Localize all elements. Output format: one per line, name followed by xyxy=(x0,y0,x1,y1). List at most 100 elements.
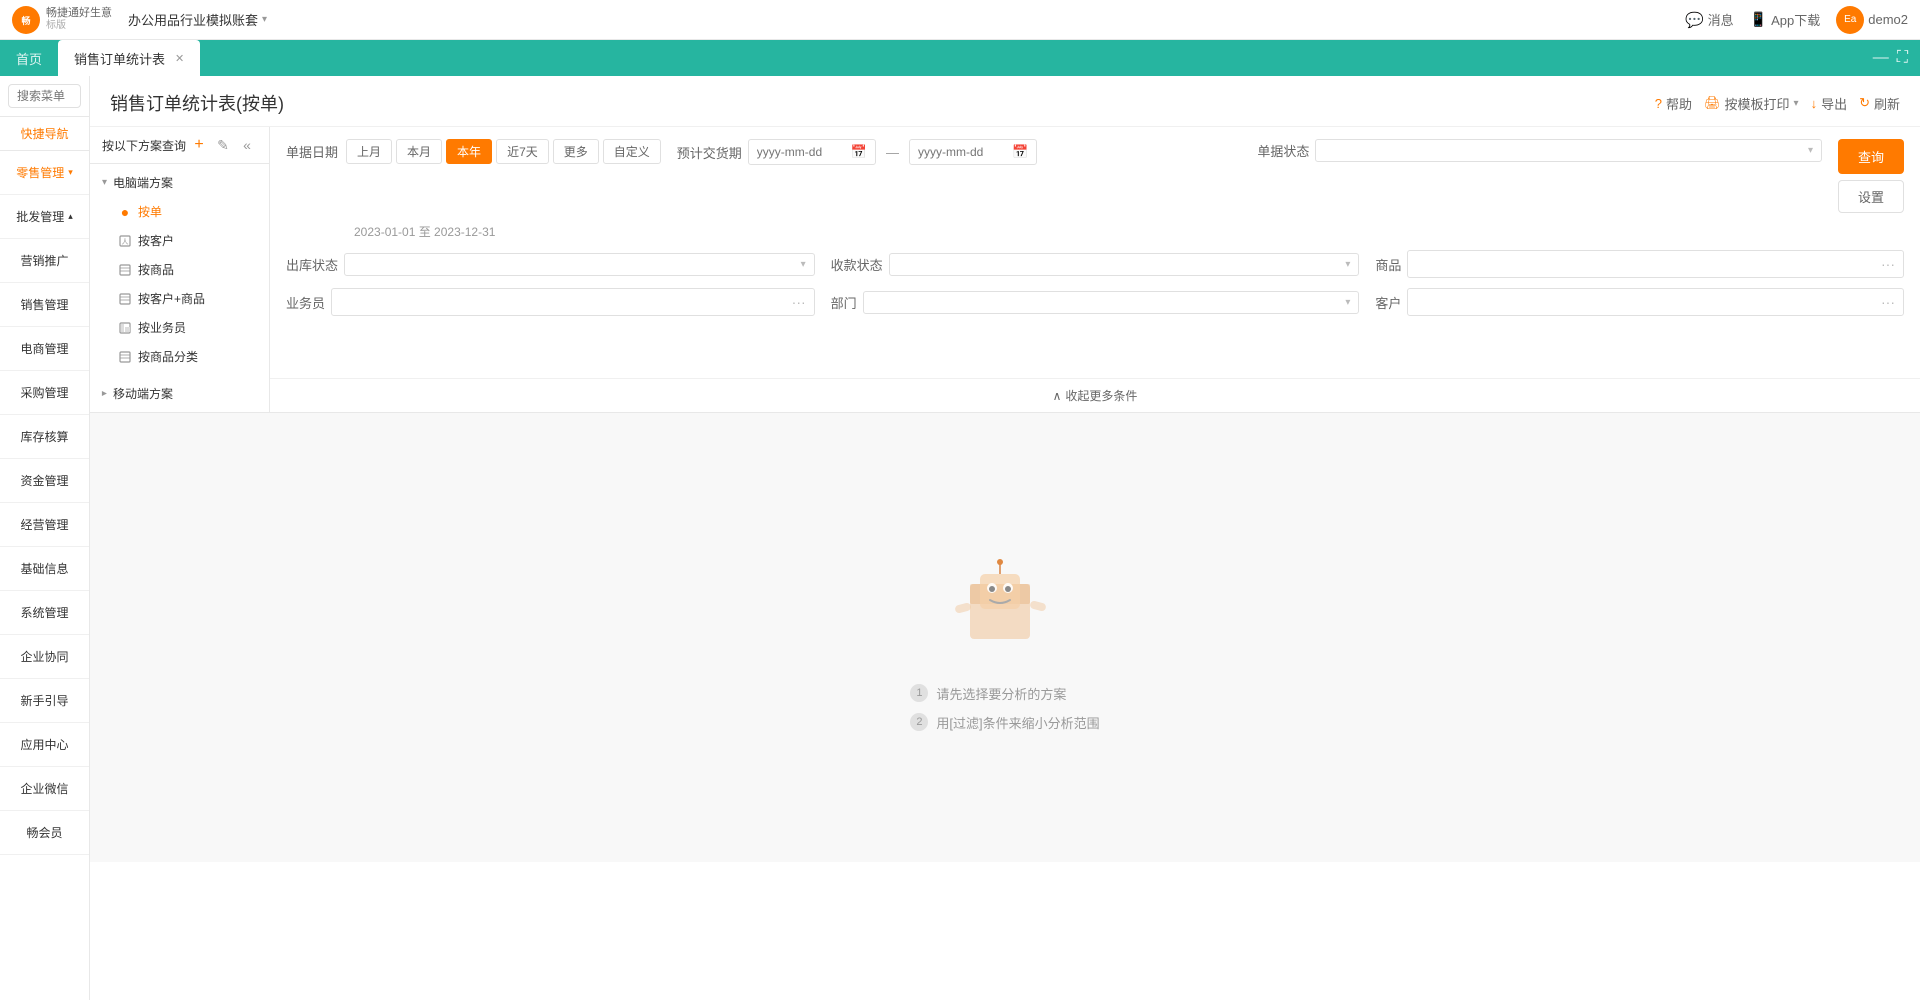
department-select[interactable]: ▾ xyxy=(863,291,1360,314)
scheme-item-by-category[interactable]: 按商品分类 xyxy=(90,342,269,371)
date-options: 上月 本月 本年 近7天 更多 自定义 xyxy=(346,139,661,164)
date-btn-last7[interactable]: 近7天 xyxy=(496,139,549,164)
sidebar-item-corp[interactable]: 企业协同 xyxy=(0,635,89,679)
workspace-dropdown[interactable]: 办公用品行业模拟账套 ▾ xyxy=(120,6,275,33)
sidebar-item-ecommerce[interactable]: 电商管理 xyxy=(0,327,89,371)
app-download-btn[interactable]: 📱 App下载 xyxy=(1750,10,1821,29)
scheme-item-by-cust-prod[interactable]: 按客户+商品 xyxy=(90,284,269,313)
delivery-status-group: 出库状态 ▾ xyxy=(286,253,815,276)
department-label: 部门 xyxy=(831,293,857,312)
scheme-item-icon-order: ● xyxy=(118,205,132,219)
quick-nav-item[interactable]: 快捷导航 xyxy=(0,117,89,151)
sidebar-item-retail[interactable]: 零售管理 ▾ xyxy=(0,151,89,195)
date-btn-this-year[interactable]: 本年 xyxy=(446,139,492,164)
scheme-item-by-customer[interactable]: 人 按客户 xyxy=(90,226,269,255)
scheme-header: 按以下方案查询 + ✎ « xyxy=(90,127,269,164)
department-filter-group: 部门 ▾ xyxy=(831,291,1360,314)
message-btn[interactable]: 💬 消息 xyxy=(1685,10,1734,29)
scheme-section-desktop[interactable]: ▾ 电脑端方案 xyxy=(90,168,269,197)
sidebar-item-inventory[interactable]: 库存核算 xyxy=(0,415,89,459)
search-input[interactable] xyxy=(8,84,81,108)
scheme-edit-btn[interactable]: ✎ xyxy=(213,135,233,155)
page-header: 销售订单统计表(按单) ? 帮助 🖨 按模板打印 ▾ ↓ 导出 xyxy=(90,76,1920,127)
tab-bar: 首页 销售订单统计表 ✕ — ⛶ xyxy=(0,40,1920,76)
filter-fields: 单据日期 上月 本月 本年 近7天 更多 自定义 xyxy=(270,127,1920,378)
logo-icon: 畅 xyxy=(12,6,40,34)
tab-home[interactable]: 首页 xyxy=(0,40,58,76)
refresh-btn[interactable]: ↻ 刷新 xyxy=(1859,94,1900,113)
salesman-dots-icon[interactable]: ··· xyxy=(792,294,806,310)
payment-status-label: 收款状态 xyxy=(831,255,883,274)
date-btn-more[interactable]: 更多 xyxy=(553,139,599,164)
scheme-item-by-order[interactable]: ● 按单 xyxy=(90,197,269,226)
message-icon: 💬 xyxy=(1685,11,1704,29)
user-profile[interactable]: Ea demo2 xyxy=(1836,6,1908,34)
department-arrow: ▾ xyxy=(1345,297,1350,308)
tab-close-icon[interactable]: ✕ xyxy=(175,52,184,65)
customer-filter-group: 客户 ··· xyxy=(1375,288,1904,316)
status-select[interactable]: ▾ xyxy=(1315,139,1822,162)
scheme-add-btn[interactable]: + xyxy=(189,135,209,155)
collapse-btn[interactable]: ∧ 收起更多条件 xyxy=(270,378,1920,412)
date-btn-last-month[interactable]: 上月 xyxy=(346,139,392,164)
empty-tips: 1 请先选择要分析的方案 2 用[过滤]条件来缩小分析范围 xyxy=(910,684,1099,732)
salesman-select[interactable]: ··· xyxy=(331,288,815,316)
sidebar-item-wxwork[interactable]: 企业微信 xyxy=(0,767,89,811)
payment-status-select[interactable]: ▾ xyxy=(889,253,1360,276)
print-btn[interactable]: 🖨 按模板打印 ▾ xyxy=(1704,94,1799,113)
delivery-date-start[interactable]: 📅 xyxy=(748,139,876,165)
refresh-icon: ↻ xyxy=(1859,95,1870,111)
customer-label: 客户 xyxy=(1375,293,1401,312)
query-button[interactable]: 查询 xyxy=(1838,139,1904,174)
filter-row-1: 单据日期 上月 本月 本年 近7天 更多 自定义 xyxy=(286,139,1904,213)
sidebar-item-operations[interactable]: 经营管理 xyxy=(0,503,89,547)
sidebar-item-basic[interactable]: 基础信息 xyxy=(0,547,89,591)
delivery-date-start-input[interactable] xyxy=(757,145,847,159)
chevron-up-icon: ▴ xyxy=(68,211,73,222)
expected-delivery-label: 预计交货期 xyxy=(677,143,742,162)
export-btn[interactable]: ↓ 导出 xyxy=(1811,94,1848,113)
date-range-text: 2023-01-01 至 2023-12-31 xyxy=(354,225,495,239)
delivery-date-end-input[interactable] xyxy=(918,145,1008,159)
empty-tip-1: 1 请先选择要分析的方案 xyxy=(910,684,1099,703)
sidebar-item-member[interactable]: 畅会员 xyxy=(0,811,89,855)
scheme-desktop-section: ▾ 电脑端方案 ● 按单 人 按客户 xyxy=(90,164,269,375)
sidebar-item-marketing[interactable]: 营销推广 xyxy=(0,239,89,283)
avatar: Ea xyxy=(1836,6,1864,34)
scheme-item-by-salesman[interactable]: 按业务员 xyxy=(90,313,269,342)
print-dropdown-icon: ▾ xyxy=(1794,98,1799,109)
logo-area: 畅 畅捷通好生意 标版 xyxy=(12,6,112,34)
scheme-section-mobile[interactable]: ▾ 移动端方案 xyxy=(90,379,269,408)
search-menu-area xyxy=(0,76,89,117)
sidebar-item-wholesale[interactable]: 批发管理 ▴ xyxy=(0,195,89,239)
sidebar-item-system[interactable]: 系统管理 xyxy=(0,591,89,635)
delivery-status-select[interactable]: ▾ xyxy=(344,253,815,276)
title-actions: ? 帮助 🖨 按模板打印 ▾ ↓ 导出 ↻ 刷新 xyxy=(1655,94,1900,113)
payment-status-arrow: ▾ xyxy=(1345,259,1350,270)
calendar-icon-end: 📅 xyxy=(1012,144,1028,160)
goods-dots-icon[interactable]: ··· xyxy=(1881,256,1895,272)
sidebar-item-appstore[interactable]: 应用中心 xyxy=(0,723,89,767)
help-btn[interactable]: ? 帮助 xyxy=(1655,94,1692,113)
delivery-date-end[interactable]: 📅 xyxy=(909,139,1037,165)
tip-num-2: 2 xyxy=(910,713,928,731)
scheme-collapse-btn[interactable]: « xyxy=(237,135,257,155)
sidebar-item-newbie[interactable]: 新手引导 xyxy=(0,679,89,723)
sidebar-item-sales[interactable]: 销售管理 xyxy=(0,283,89,327)
tab-sales-stat[interactable]: 销售订单统计表 ✕ xyxy=(58,40,200,76)
date-btn-this-month[interactable]: 本月 xyxy=(396,139,442,164)
header-left: 畅 畅捷通好生意 标版 办公用品行业模拟账套 ▾ xyxy=(12,6,275,34)
sidebar-item-purchase[interactable]: 采购管理 xyxy=(0,371,89,415)
window-minimize-icon[interactable]: — xyxy=(1873,49,1889,67)
sidebar-item-finance[interactable]: 资金管理 xyxy=(0,459,89,503)
calendar-icon-start: 📅 xyxy=(851,144,867,160)
scheme-item-by-product[interactable]: 按商品 xyxy=(90,255,269,284)
settings-button[interactable]: 设置 xyxy=(1838,180,1904,213)
status-select-wrapper: ▾ xyxy=(1315,139,1822,162)
top-header: 畅 畅捷通好生意 标版 办公用品行业模拟账套 ▾ 💬 消息 📱 App下载 Ea… xyxy=(0,0,1920,40)
window-maximize-icon[interactable]: ⛶ xyxy=(1897,49,1908,67)
customer-dots-icon[interactable]: ··· xyxy=(1881,294,1895,310)
customer-select[interactable]: ··· xyxy=(1407,288,1904,316)
goods-select[interactable]: ··· xyxy=(1407,250,1904,278)
date-btn-custom[interactable]: 自定义 xyxy=(603,139,661,164)
